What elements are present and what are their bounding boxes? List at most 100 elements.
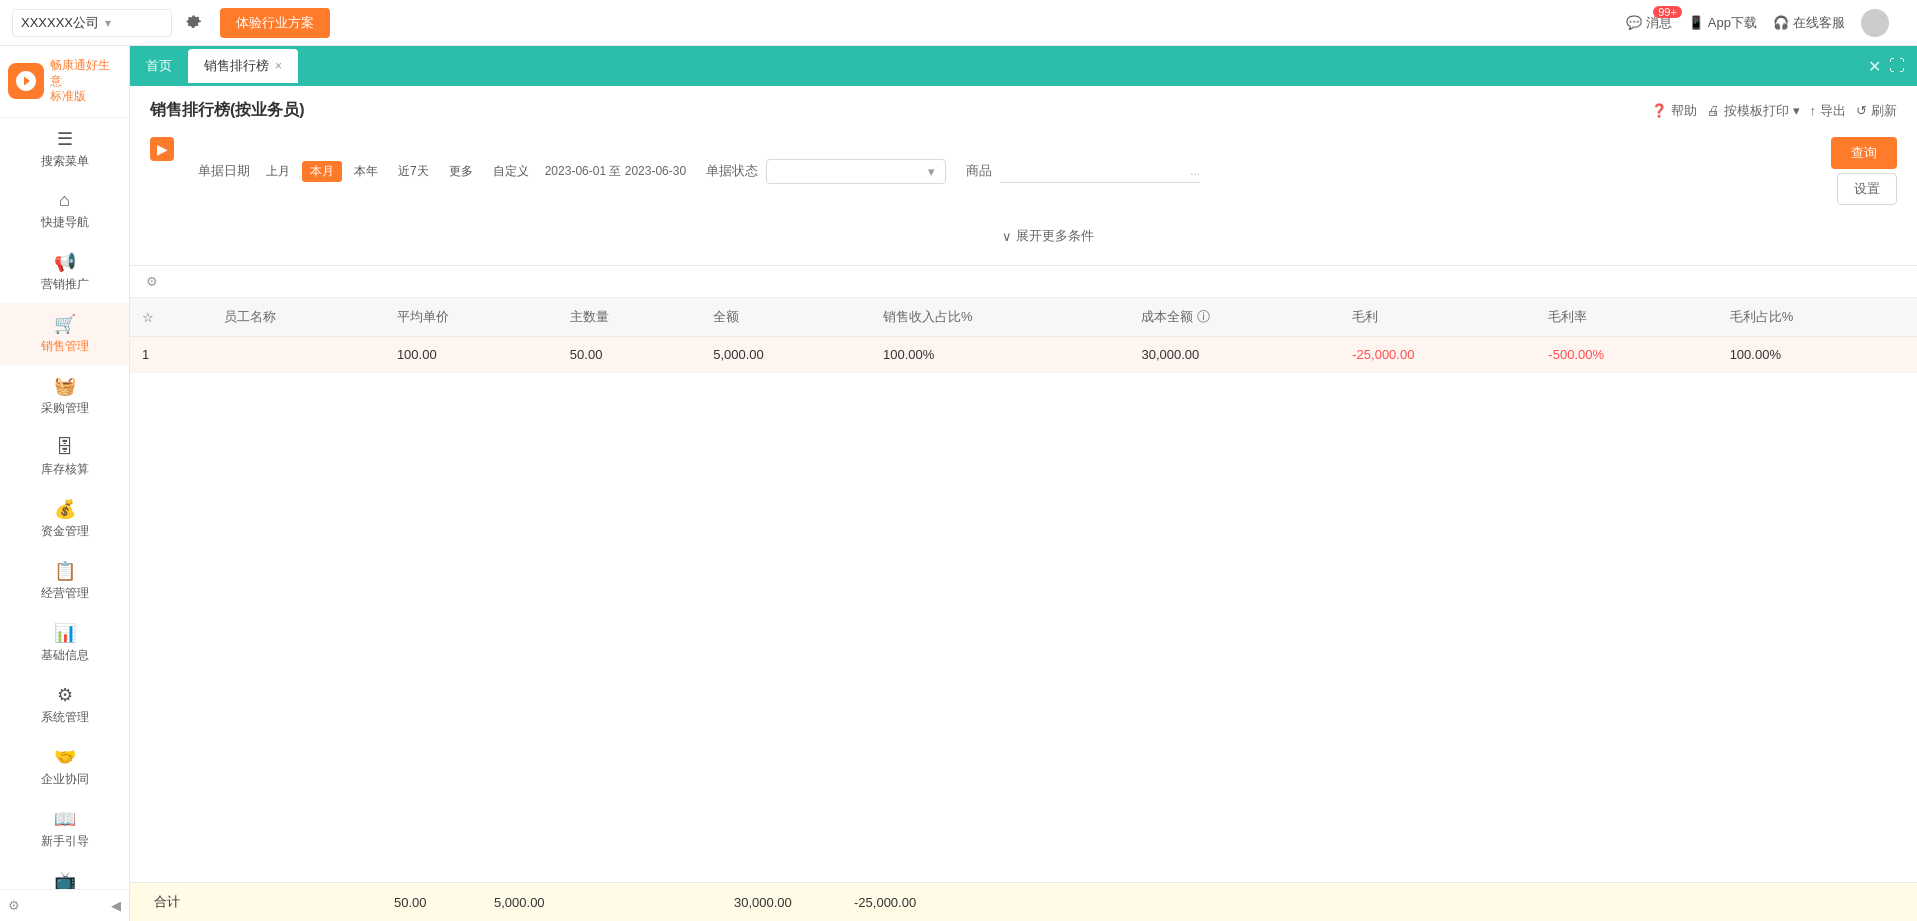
page-title-row: 销售排行榜(按业务员) ❓ 帮助 🖨 按模板打印 ▾ bbox=[150, 100, 1897, 121]
cell-employee bbox=[212, 337, 385, 373]
page-actions: ❓ 帮助 🖨 按模板打印 ▾ ↑ 导出 bbox=[1651, 102, 1898, 120]
sidebar-label: 搜索菜单 bbox=[41, 153, 89, 170]
close-window-icon[interactable]: ✕ bbox=[1868, 57, 1881, 76]
sidebar-label: 销售管理 bbox=[41, 338, 89, 355]
th-avg-price: 平均单价 bbox=[385, 298, 558, 337]
sidebar-item-collab[interactable]: 🤝 企业协同 bbox=[0, 736, 129, 798]
message-button[interactable]: 💬 消息 99+ bbox=[1626, 14, 1672, 32]
export-label: 导出 bbox=[1820, 102, 1846, 120]
sidebar-item-guide[interactable]: 📖 新手引导 bbox=[0, 798, 129, 860]
print-icon: 🖨 bbox=[1707, 103, 1720, 118]
cell-sales-pct: 100.00% bbox=[871, 337, 1129, 373]
sidebar-item-search-order[interactable]: ☰ 搜索菜单 bbox=[0, 118, 129, 180]
table-footer: 合计 50.00 5,000.00 30,000.00 -25,000.00 bbox=[130, 882, 1917, 921]
status-select[interactable]: ▾ bbox=[766, 159, 946, 184]
company-selector[interactable]: XXXXXX公司 ▾ bbox=[12, 9, 172, 37]
sidebar-item-basic-info[interactable]: 📊 基础信息 bbox=[0, 612, 129, 674]
app-download-icon: 📱 bbox=[1688, 15, 1704, 30]
date-option-custom[interactable]: 自定义 bbox=[485, 161, 537, 182]
filter-row-main: 单据日期 上月 本月 本年 近7天 更多 自定义 bbox=[198, 133, 1897, 209]
sidebar-item-system[interactable]: ⚙ 系统管理 bbox=[0, 674, 129, 736]
content-area: 首页 销售排行榜 × ✕ ⛶ 销售排行榜(按业务员) bbox=[130, 46, 1917, 921]
footer-qty: 50.00 bbox=[382, 895, 482, 910]
footer-cost: 30,000.00 bbox=[722, 895, 842, 910]
date-option-current-year[interactable]: 本年 bbox=[346, 161, 386, 182]
table-toolbar: ⚙ bbox=[130, 266, 1917, 298]
goods-label: 商品 bbox=[966, 162, 992, 180]
th-cost: 成本全额 ⓘ bbox=[1129, 298, 1340, 337]
message-icon: 💬 bbox=[1626, 15, 1642, 30]
refresh-button[interactable]: ↺ 刷新 bbox=[1856, 102, 1897, 120]
expand-more-button[interactable]: ∨ 展开更多条件 bbox=[982, 221, 1114, 251]
tab-close-icon[interactable]: × bbox=[275, 59, 282, 73]
sidebar-item-finance[interactable]: 💰 资金管理 bbox=[0, 488, 129, 550]
tab-home[interactable]: 首页 bbox=[130, 49, 188, 83]
sidebar-item-quick-nav[interactable]: ⌂ 快捷导航 bbox=[0, 180, 129, 241]
company-name: XXXXXX公司 bbox=[21, 14, 99, 32]
maximize-window-icon[interactable]: ⛶ bbox=[1889, 57, 1905, 75]
collab-icon: 🤝 bbox=[54, 746, 76, 768]
goods-filter: 商品 ... bbox=[966, 160, 1200, 183]
top-bar-right: 💬 消息 99+ 📱 App下载 🎧 在线客服 bbox=[1626, 9, 1905, 37]
th-amount: 全额 bbox=[701, 298, 871, 337]
sidebar-menu: ☰ 搜索菜单 ⌂ 快捷导航 📢 营销推广 🛒 销售管理 🧺 采购管理 bbox=[0, 118, 129, 889]
settings-gear-icon[interactable] bbox=[180, 9, 208, 37]
sidebar-item-purchase[interactable]: 🧺 采购管理 bbox=[0, 365, 129, 427]
table-row[interactable]: 1 100.00 50.00 5,000.00 100.00% 30,000.0… bbox=[130, 337, 1917, 373]
message-badge: 99+ bbox=[1653, 6, 1682, 18]
operations-icon: 📋 bbox=[54, 560, 76, 582]
goods-input[interactable]: ... bbox=[1000, 160, 1200, 183]
sidebar-item-operations[interactable]: 📋 经营管理 bbox=[0, 550, 129, 612]
print-label: 按模板打印 bbox=[1724, 102, 1789, 120]
query-button[interactable]: 查询 bbox=[1831, 137, 1897, 169]
sidebar-item-inventory[interactable]: 🗄 库存核算 bbox=[0, 427, 129, 488]
sales-rank-tab-label: 销售排行榜 bbox=[204, 57, 269, 75]
status-dropdown-icon: ▾ bbox=[928, 164, 935, 179]
cell-profit-pct: 100.00% bbox=[1718, 337, 1917, 373]
sidebar-label: 营销推广 bbox=[41, 276, 89, 293]
footer-label: 合计 bbox=[142, 893, 262, 911]
sidebar: 畅康通好生意 标准版 ☰ 搜索菜单 ⌂ 快捷导航 📢 营销推广 � bbox=[0, 46, 130, 921]
collapse-icon[interactable]: ◀ bbox=[111, 898, 121, 913]
online-service-label: 在线客服 bbox=[1793, 14, 1845, 32]
tab-sales-rank[interactable]: 销售排行榜 × bbox=[188, 49, 298, 83]
date-option-last-month[interactable]: 上月 bbox=[258, 161, 298, 182]
cell-rank: 1 bbox=[130, 337, 212, 373]
status-filter: 单据状态 ▾ bbox=[706, 159, 946, 184]
date-option-more[interactable]: 更多 bbox=[441, 161, 481, 182]
date-option-7days[interactable]: 近7天 bbox=[390, 161, 437, 182]
export-button[interactable]: ↑ 导出 bbox=[1810, 102, 1847, 120]
goods-more-icon: ... bbox=[1190, 164, 1200, 178]
sidebar-label: 采购管理 bbox=[41, 400, 89, 417]
date-option-current-month[interactable]: 本月 bbox=[302, 161, 342, 182]
settings-filter-button[interactable]: 设置 bbox=[1837, 173, 1897, 205]
search-menu-icon: ☰ bbox=[57, 128, 73, 150]
sidebar-label: 基础信息 bbox=[41, 647, 89, 664]
main-content: 销售排行榜(按业务员) ❓ 帮助 🖨 按模板打印 ▾ bbox=[130, 86, 1917, 921]
expand-row: ∨ 展开更多条件 bbox=[198, 217, 1897, 255]
table-settings-icon[interactable]: ⚙ bbox=[146, 274, 158, 289]
online-service-button[interactable]: 🎧 在线客服 bbox=[1773, 14, 1845, 32]
home-icon: ⌂ bbox=[59, 190, 70, 211]
sidebar-item-app-center[interactable]: 📺 应用中心 bbox=[0, 860, 129, 889]
filter-expand-arrow[interactable]: ▶ bbox=[150, 133, 174, 165]
avatar[interactable] bbox=[1861, 9, 1889, 37]
sidebar-item-marketing[interactable]: 📢 营销推广 bbox=[0, 241, 129, 303]
footer-amount: 5,000.00 bbox=[482, 895, 602, 910]
filter-row-container: ▶ 单据日期 上月 本月 bbox=[150, 133, 1897, 255]
query-actions: 查询 设置 bbox=[1831, 133, 1897, 209]
page-title: 销售排行榜(按业务员) bbox=[150, 100, 305, 121]
trial-button[interactable]: 体验行业方案 bbox=[220, 8, 330, 38]
sidebar-item-sales[interactable]: 🛒 销售管理 bbox=[0, 303, 129, 365]
cell-profit: -25,000.00 bbox=[1340, 337, 1536, 373]
bottom-settings-icon[interactable]: ⚙ bbox=[8, 898, 20, 913]
inventory-icon: 🗄 bbox=[56, 437, 74, 458]
app-download-label: App下载 bbox=[1708, 14, 1757, 32]
sidebar-label: 经营管理 bbox=[41, 585, 89, 602]
date-options: 上月 本月 本年 近7天 更多 自定义 bbox=[258, 161, 537, 182]
help-button[interactable]: ❓ 帮助 bbox=[1651, 102, 1697, 120]
print-template-button[interactable]: 🖨 按模板打印 ▾ bbox=[1707, 102, 1800, 120]
cart-icon: 🛒 bbox=[54, 313, 76, 335]
megaphone-icon: 📢 bbox=[54, 251, 76, 273]
app-download-button[interactable]: 📱 App下载 bbox=[1688, 14, 1757, 32]
